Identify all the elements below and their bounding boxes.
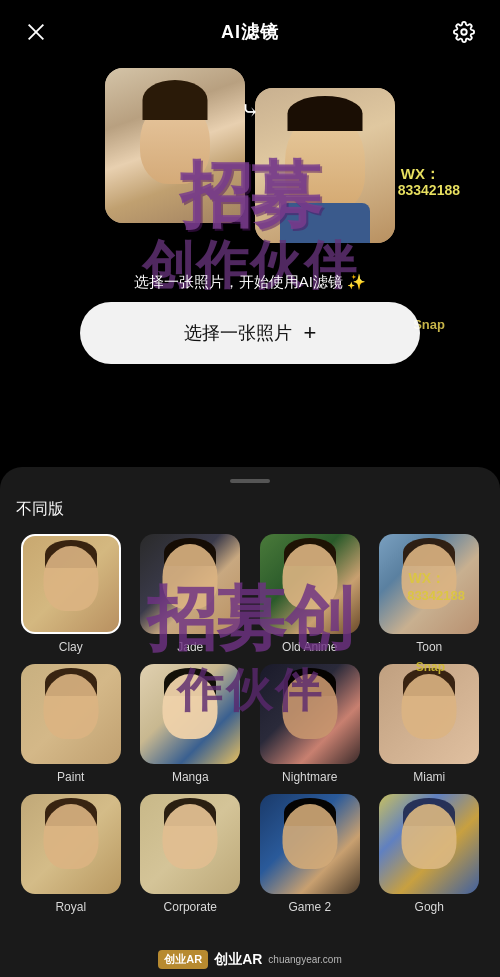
original-photo-frame: [105, 68, 245, 223]
svg-point-2: [461, 29, 467, 35]
logo-badge: 创业AR: [158, 950, 208, 969]
close-button[interactable]: [20, 16, 52, 48]
filter-thumb-jade: [140, 534, 240, 634]
face-oval-royal: [43, 804, 98, 869]
result-photo-frame: [255, 88, 395, 243]
logo-site-name: 创业AR: [214, 951, 262, 969]
face-oval-corporate: [163, 804, 218, 869]
filter-thumb-game: [260, 794, 360, 894]
filter-label-corporate: Corporate: [164, 900, 217, 914]
filter-thumb-corporate: [140, 794, 240, 894]
filter-item-clay[interactable]: Clay: [16, 534, 126, 654]
filter-item-game[interactable]: Game 2: [255, 794, 365, 914]
face-oval-miami: [402, 674, 457, 739]
watermark-wx-number-2: 83342188: [407, 588, 465, 603]
filter-label-royal: Royal: [55, 900, 86, 914]
bottom-sheet: 不同版 Clay Jade Old Anime: [0, 467, 500, 977]
filter-label-paint: Paint: [57, 770, 84, 784]
face-oval-gogh: [402, 804, 457, 869]
filter-label-oldanime: Old Anime: [282, 640, 337, 654]
filter-item-manga[interactable]: Manga: [136, 664, 246, 784]
filter-label-jade: Jade: [177, 640, 203, 654]
filter-thumb-gogh: [379, 794, 479, 894]
face-oval-game: [282, 804, 337, 869]
filter-thumb-royal: [21, 794, 121, 894]
filter-item-royal[interactable]: Royal: [16, 794, 126, 914]
filter-thumb-manga: [140, 664, 240, 764]
filter-item-jade[interactable]: Jade: [136, 534, 246, 654]
select-photo-button[interactable]: 选择一张照片 +: [80, 302, 420, 364]
sheet-handle: [230, 479, 270, 483]
filter-thumb-paint: [21, 664, 121, 764]
instruction-text: 选择一张照片，开始使用AI滤镜 ✨: [20, 273, 480, 292]
filter-item-oldanime[interactable]: Old Anime: [255, 534, 365, 654]
plus-icon: +: [304, 320, 317, 346]
section-label: 不同版: [16, 499, 484, 520]
filter-label-toon: Toon: [416, 640, 442, 654]
filter-item-paint[interactable]: Paint: [16, 664, 126, 784]
arrow-icon: ⤷: [241, 98, 259, 124]
face-oval-clay: [43, 546, 98, 611]
face-oval-nightmare: [282, 674, 337, 739]
filter-item-nightmare[interactable]: Nightmare: [255, 664, 365, 784]
filter-thumb-clay: [21, 534, 121, 634]
settings-button[interactable]: [448, 16, 480, 48]
face-oval-oldanime: [282, 544, 337, 609]
face-oval-jade: [163, 544, 218, 609]
filter-item-gogh[interactable]: Gogh: [375, 794, 485, 914]
top-section: AI滤镜 ⤷ 招募 创作伙伴 WX： 83342188 Snap 选择一张照片，…: [0, 0, 500, 480]
filter-thumb-oldanime: [260, 534, 360, 634]
filter-label-clay: Clay: [59, 640, 83, 654]
cartoon-clothing: [280, 203, 370, 243]
logo-domain: chuangyear.com: [268, 954, 341, 965]
filter-label-nightmare: Nightmare: [282, 770, 337, 784]
filter-label-gogh: Gogh: [415, 900, 444, 914]
filter-label-manga: Manga: [172, 770, 209, 784]
filter-thumb-miami: [379, 664, 479, 764]
watermark-wx-label-2: WX：: [408, 570, 445, 588]
filter-label-miami: Miami: [413, 770, 445, 784]
app-title: AI滤镜: [221, 20, 279, 44]
app-header: AI滤镜: [20, 16, 480, 48]
photo-preview-area: ⤷: [20, 68, 480, 243]
original-portrait: [105, 68, 245, 223]
cartoon-portrait: [255, 88, 395, 243]
filter-thumb-nightmare: [260, 664, 360, 764]
watermark-wx-number: 83342188: [398, 182, 460, 198]
face-oval-manga: [163, 674, 218, 739]
face-oval-paint: [43, 674, 98, 739]
select-photo-label: 选择一张照片: [184, 321, 292, 345]
bottom-logo-bar: 创业AR 创业AR chuangyear.com: [0, 950, 500, 969]
watermark-snap-2: Snap: [416, 660, 445, 674]
filter-item-miami[interactable]: Miami: [375, 664, 485, 784]
filter-item-corporate[interactable]: Corporate: [136, 794, 246, 914]
filter-label-game: Game 2: [288, 900, 331, 914]
